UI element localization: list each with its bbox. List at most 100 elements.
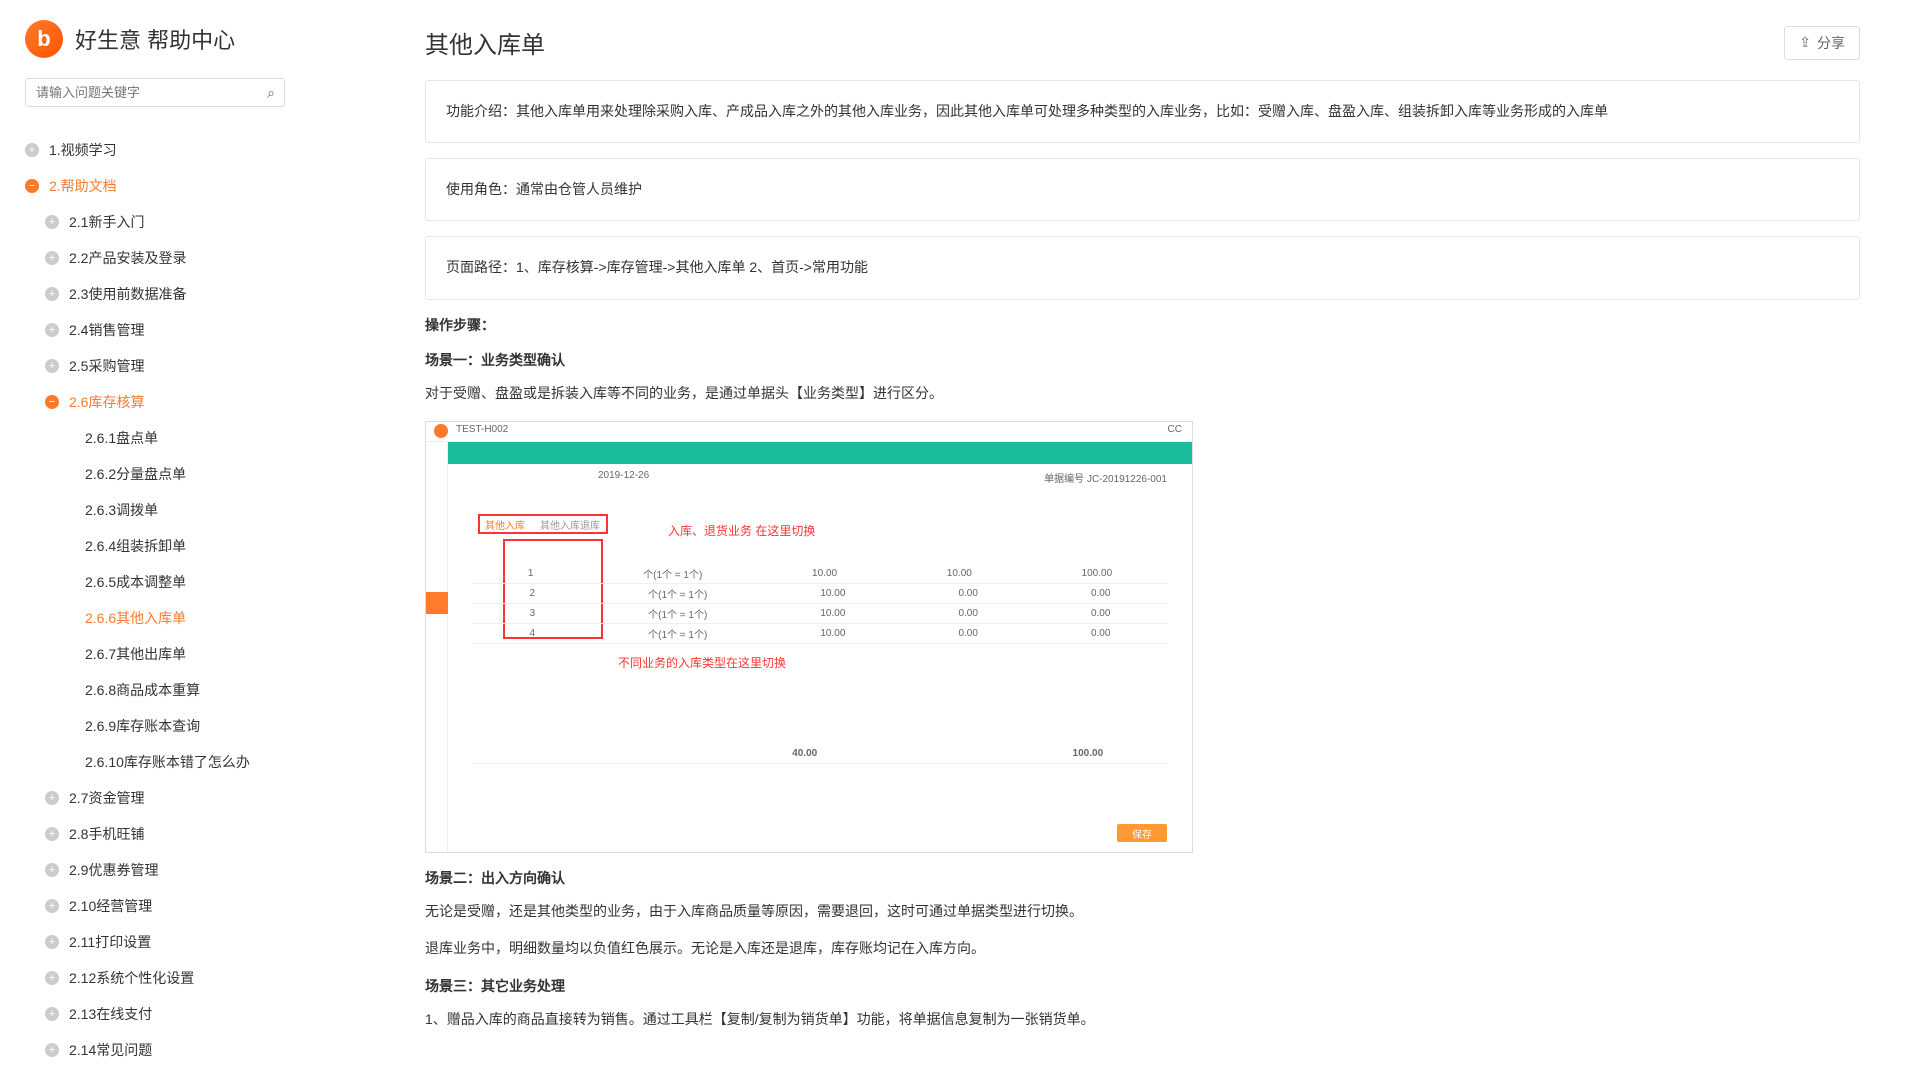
- nav-label: 2.3使用前数据准备: [69, 284, 186, 304]
- main-header: 其他入库单 ⇪ 分享: [425, 25, 1860, 60]
- nav-item-2-6-8[interactable]: 2.6.8商品成本重算: [25, 672, 285, 708]
- scene2-line1: 无论是受赠，还是其他类型的业务，由于入库商品质量等原因，需要退回，这时可通过单据…: [425, 898, 1860, 925]
- nav-item-2-6-10[interactable]: 2.6.10库存账本错了怎么办: [25, 744, 285, 780]
- nav-item-2-6[interactable]: −2.6库存核算: [25, 384, 285, 420]
- nav-item-2-5[interactable]: +2.5采购管理: [25, 348, 285, 384]
- nav-label: 2.9优惠券管理: [69, 860, 158, 880]
- plus-icon: +: [45, 899, 59, 913]
- nav-item-2-14[interactable]: +2.14常见问题: [25, 1032, 285, 1068]
- share-button[interactable]: ⇪ 分享: [1784, 26, 1860, 60]
- nav-item-2-2[interactable]: +2.2产品安装及登录: [25, 240, 285, 276]
- nav-item-2-6-4[interactable]: 2.6.4组装拆卸单: [25, 528, 285, 564]
- scr-redbox-tabs: 其他入库 其他入库退库: [478, 514, 608, 534]
- logo-icon: b: [25, 20, 63, 58]
- scr-save-button: 保存: [1117, 824, 1167, 842]
- scr-docno: JC-20191226-001: [1087, 474, 1167, 485]
- scene2-title: 场景二：出入方向确认: [425, 868, 1860, 888]
- nav-label: 2.6.7其他出库单: [85, 644, 186, 664]
- nav-label: 2.5采购管理: [69, 356, 144, 376]
- nav-item-2-6-6[interactable]: 2.6.6其他入库单: [25, 600, 285, 636]
- plus-icon: +: [45, 215, 59, 229]
- nav-item-2-10[interactable]: +2.10经营管理: [25, 888, 285, 924]
- table-row: 1个(1个 = 1个)10.0010.00100.00: [473, 564, 1167, 584]
- path-label: 页面路径：: [446, 259, 516, 275]
- plus-icon: +: [25, 143, 39, 157]
- nav-label: 2.4销售管理: [69, 320, 144, 340]
- logo-block: b 好生意 帮助中心: [25, 20, 285, 58]
- table-row: 4个(1个 = 1个)10.000.000.00: [473, 624, 1167, 644]
- plus-icon: +: [45, 1043, 59, 1057]
- steps-label: 操作步骤：: [425, 315, 1860, 335]
- nav-item-video[interactable]: +1.视频学习: [25, 132, 285, 168]
- role-label: 使用角色：: [446, 181, 516, 197]
- plus-icon: +: [45, 251, 59, 265]
- nav-item-2-6-9[interactable]: 2.6.9库存账本查询: [25, 708, 285, 744]
- nav-label: 2.11打印设置: [69, 932, 151, 952]
- nav-item-2-6-7[interactable]: 2.6.7其他出库单: [25, 636, 285, 672]
- plus-icon: +: [45, 1007, 59, 1021]
- nav-item-2-13[interactable]: +2.13在线支付: [25, 996, 285, 1032]
- plus-icon: +: [45, 359, 59, 373]
- plus-icon: +: [45, 863, 59, 877]
- nav-label: 2.7资金管理: [69, 788, 144, 808]
- nav-item-2-7[interactable]: +2.7资金管理: [25, 780, 285, 816]
- nav-label: 2.6.6其他入库单: [85, 608, 186, 628]
- scr-active-nav-icon: [426, 592, 448, 614]
- main-content: 其他入库单 ⇪ 分享 功能介绍：其他入库单用来处理除采购入库、产成品入库之外的其…: [310, 0, 1920, 1088]
- scr-annotation-1: 入库、退货业务 在这里切换: [668, 522, 815, 539]
- nav-item-2-3[interactable]: +2.3使用前数据准备: [25, 276, 285, 312]
- nav-item-2-9[interactable]: +2.9优惠券管理: [25, 852, 285, 888]
- table-totals-row: 40.00100.00: [473, 744, 1167, 764]
- search-input[interactable]: [25, 78, 285, 107]
- scene3-title: 场景三：其它业务处理: [425, 976, 1860, 996]
- nav-item-2-6-1[interactable]: 2.6.1盘点单: [25, 420, 285, 456]
- nav-label: 2.2产品安装及登录: [69, 248, 186, 268]
- nav-label: 2.6.3调拨单: [85, 500, 158, 520]
- scr-tab1: 其他入库: [485, 517, 525, 532]
- plus-icon: +: [45, 935, 59, 949]
- scr-topbar: TEST-H002 CC: [426, 422, 1192, 442]
- nav-label: 2.6.5成本调整单: [85, 572, 186, 592]
- nav-item-2-6-3[interactable]: 2.6.3调拨单: [25, 492, 285, 528]
- table-row: 2个(1个 = 1个)10.000.000.00: [473, 584, 1167, 604]
- nav-label: 2.6.9库存账本查询: [85, 716, 200, 736]
- search-icon[interactable]: ⌕: [267, 84, 275, 101]
- search-box: ⌕: [25, 78, 285, 107]
- embedded-screenshot: TEST-H002 CC 单据编号 JC-20191226-001 2019-1…: [425, 421, 1193, 853]
- scr-body: 单据编号 JC-20191226-001 2019-12-26 其他入库 其他入…: [448, 464, 1192, 852]
- nav-label: 2.6.2分量盘点单: [85, 464, 186, 484]
- nav-item-2-6-5[interactable]: 2.6.5成本调整单: [25, 564, 285, 600]
- scene3-line1: 1、赠品入库的商品直接转为销售。通过工具栏【复制/复制为销货单】功能，将单据信息…: [425, 1006, 1860, 1033]
- nav-item-docs[interactable]: −2.帮助文档: [25, 168, 285, 204]
- app-title: 好生意 帮助中心: [75, 23, 235, 55]
- scene1-text: 对于受赠、盘盈或是拆装入库等不同的业务，是通过单据头【业务类型】进行区分。: [425, 380, 1860, 407]
- scr-annotation-2: 不同业务的入库类型在这里切换: [618, 654, 786, 671]
- nav-label: 2.8手机旺铺: [69, 824, 144, 844]
- nav-item-2-8[interactable]: +2.8手机旺铺: [25, 816, 285, 852]
- nav-item-2-1[interactable]: +2.1新手入门: [25, 204, 285, 240]
- path-card: 页面路径：1、库存核算->库存管理->其他入库单 2、首页->常用功能: [425, 236, 1860, 299]
- path-text: 1、库存核算->库存管理->其他入库单 2、首页->常用功能: [516, 259, 868, 275]
- nav-item-2-4[interactable]: +2.4销售管理: [25, 312, 285, 348]
- plus-icon: +: [45, 323, 59, 337]
- sidebar: b 好生意 帮助中心 ⌕ +1.视频学习 −2.帮助文档 +2.1新手入门 +2…: [0, 0, 310, 1088]
- table-row: 3个(1个 = 1个)10.000.000.00: [473, 604, 1167, 624]
- intro-card: 功能介绍：其他入库单用来处理除采购入库、产成品入库之外的其他入库业务，因此其他入…: [425, 80, 1860, 143]
- role-text: 通常由仓管人员维护: [516, 181, 642, 197]
- share-icon: ⇪: [1799, 34, 1811, 51]
- minus-icon: −: [25, 179, 39, 193]
- nav-label: 2.14常见问题: [69, 1040, 152, 1060]
- nav-item-2-11[interactable]: +2.11打印设置: [25, 924, 285, 960]
- nav-label: 2.13在线支付: [69, 1004, 152, 1024]
- intro-label: 功能介绍：: [446, 103, 516, 119]
- plus-icon: +: [45, 791, 59, 805]
- plus-icon: +: [45, 287, 59, 301]
- nav-label: 2.6.10库存账本错了怎么办: [85, 752, 250, 772]
- nav-label: 2.6.1盘点单: [85, 428, 158, 448]
- nav-item-2-12[interactable]: +2.12系统个性化设置: [25, 960, 285, 996]
- nav-label: 2.6.4组装拆卸单: [85, 536, 186, 556]
- nav-item-2-6-2[interactable]: 2.6.2分量盘点单: [25, 456, 285, 492]
- nav-label: 1.视频学习: [49, 140, 117, 160]
- nav-label: 2.10经营管理: [69, 896, 152, 916]
- plus-icon: +: [45, 971, 59, 985]
